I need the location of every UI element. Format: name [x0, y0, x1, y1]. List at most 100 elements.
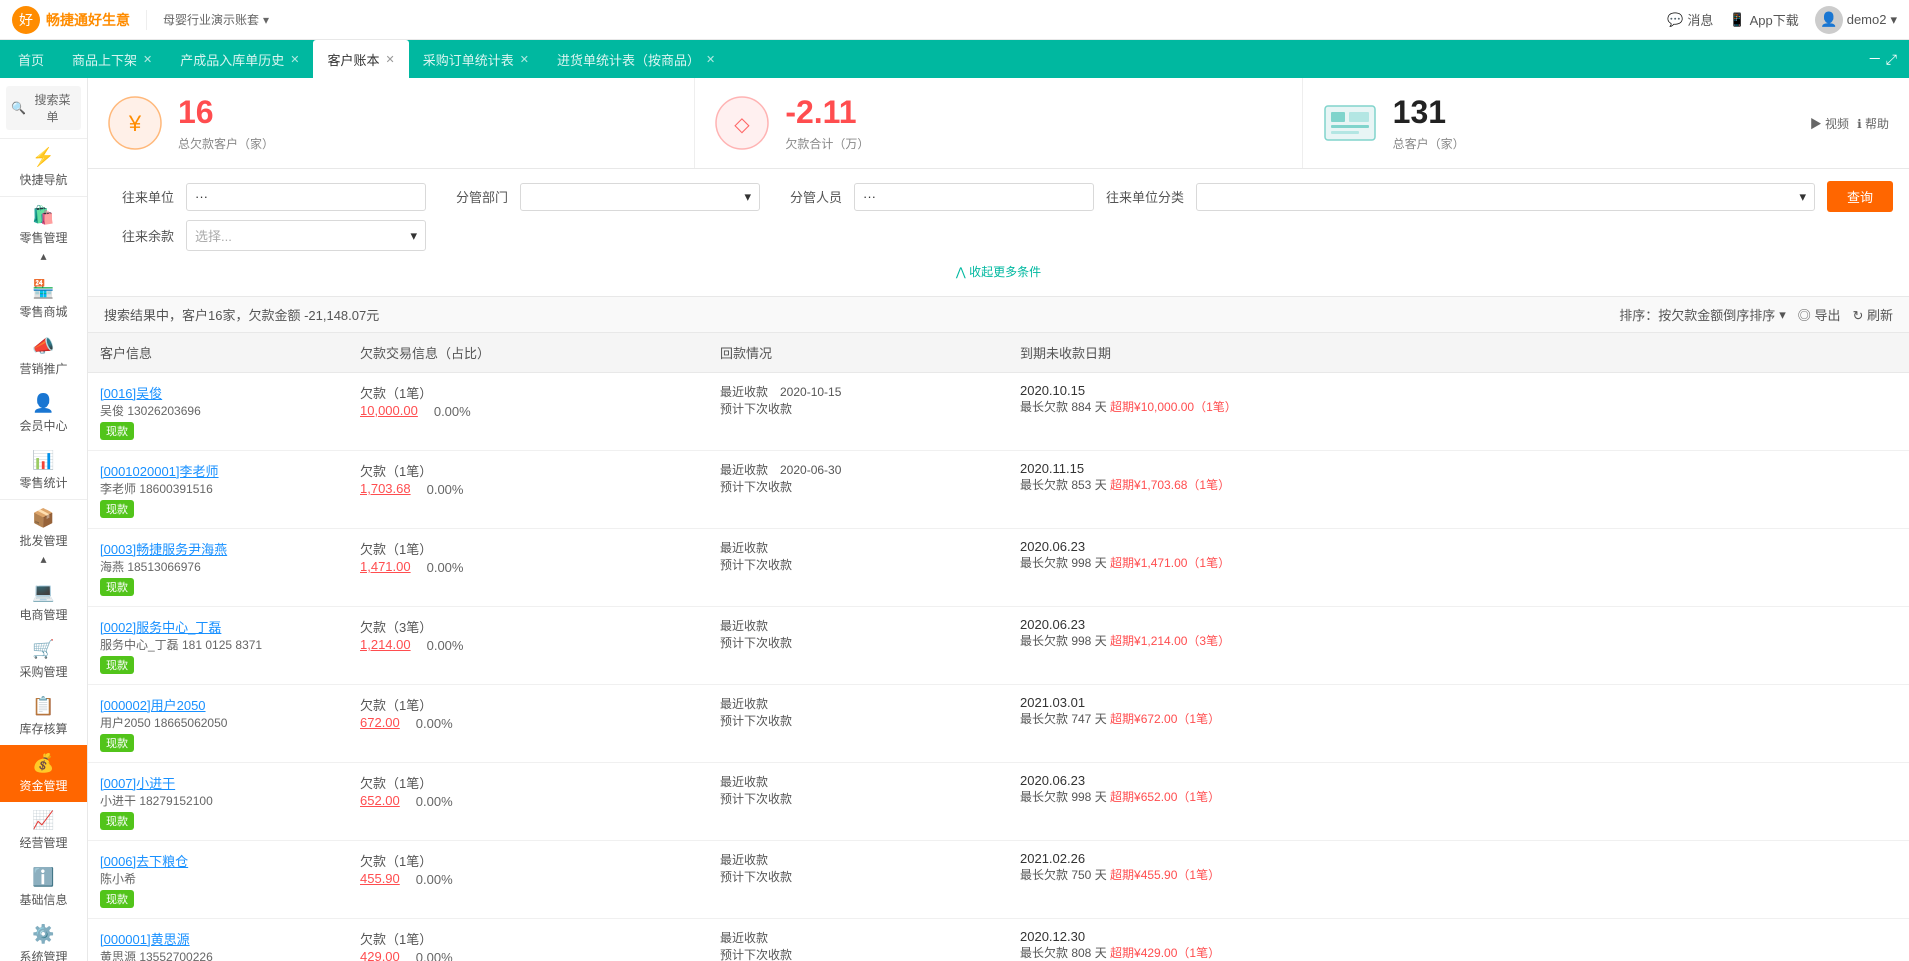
- filter-label-category: 往来单位分类: [1106, 187, 1184, 206]
- tab-product-on-off[interactable]: 商品上下架 ✕: [58, 40, 166, 78]
- overdue-link-3[interactable]: 超期¥1,214.00（3笔）: [1110, 634, 1230, 648]
- filter-collapse-btn[interactable]: ⋀ 收起更多条件: [104, 259, 1893, 284]
- tab-minimize-icon[interactable]: －: [1868, 49, 1882, 69]
- tab-stock-history[interactable]: 产成品入库单历史 ✕: [166, 40, 313, 78]
- username: demo2: [1847, 12, 1887, 27]
- category-dropdown-icon: ▾: [1799, 189, 1806, 205]
- cell-customer-3: [0002]服务中心_丁磊 服务中心_丁磊 181 0125 8371 现款: [88, 607, 348, 685]
- collection-next-3: 预计下次收款: [720, 634, 996, 651]
- sidebar-item-retail-stats[interactable]: 📊 零售统计: [0, 442, 87, 499]
- marketing-icon: 📣: [32, 336, 54, 357]
- tab-customer-account[interactable]: 客户账本 ✕: [313, 40, 408, 78]
- sidebar-item-retail-store[interactable]: 🏪 零售商城: [0, 271, 87, 328]
- debt-amount-2[interactable]: 1,471.00: [360, 559, 411, 574]
- debt-amount-7[interactable]: 429.00: [360, 949, 400, 961]
- balance-dropdown-icon: ▾: [410, 228, 417, 244]
- sidebar-item-marketing[interactable]: 📣 营销推广: [0, 328, 87, 385]
- customer-name-link-3[interactable]: [0002]服务中心_丁磊: [100, 620, 221, 635]
- debt-amount-5[interactable]: 652.00: [360, 793, 400, 808]
- debt-amount-4[interactable]: 672.00: [360, 715, 400, 730]
- stat-label-debt-customers: 总欠款客户（家）: [178, 135, 274, 152]
- tab-home[interactable]: 首页: [4, 40, 58, 78]
- debt-ratio-4: 0.00%: [416, 716, 453, 731]
- customer-name-link-1[interactable]: [0001020001]李老师: [100, 464, 219, 479]
- table-row: [000001]黄思源 黄思源 13552700226 现款 欠款（1笔） 42…: [88, 919, 1909, 961]
- query-button[interactable]: 查询: [1827, 181, 1893, 212]
- filter-label-unit: 往来单位: [104, 187, 174, 206]
- sidebar-item-basic-info[interactable]: ℹ️ 基础信息: [0, 859, 87, 916]
- overdue-link-4[interactable]: 超期¥672.00（1笔）: [1110, 712, 1220, 726]
- overdue-days-1: 最长欠款 853 天 超期¥1,703.68（1笔）: [1020, 476, 1897, 493]
- customer-name-link-6[interactable]: [0006]去下粮仓: [100, 854, 188, 869]
- sidebar-item-system[interactable]: ⚙️ 系统管理: [0, 916, 87, 961]
- cell-debt-4: 欠款（1笔） 672.00 0.00%: [348, 685, 708, 763]
- search-icon: 🔍: [11, 101, 26, 115]
- debt-ratio-1: 0.00%: [427, 482, 464, 497]
- sidebar-item-member[interactable]: 👤 会员中心: [0, 385, 87, 442]
- overdue-link-1[interactable]: 超期¥1,703.68（1笔）: [1110, 478, 1230, 492]
- sidebar-item-operations[interactable]: 📈 经营管理: [0, 802, 87, 859]
- overdue-link-2[interactable]: 超期¥1,471.00（1笔）: [1110, 556, 1230, 570]
- customer-name-link-2[interactable]: [0003]畅捷服务尹海燕: [100, 542, 227, 557]
- debt-count-7: 欠款（1笔）: [360, 929, 696, 948]
- search-menu-btn[interactable]: 🔍 搜索菜单: [6, 86, 81, 130]
- collection-last-5: 最近收款: [720, 773, 996, 790]
- stat-label-total-customers: 总客户（家）: [1393, 135, 1465, 152]
- customer-tag-2: 现款: [100, 578, 134, 596]
- message-btn[interactable]: 💬 消息: [1667, 10, 1713, 29]
- customer-name-link-7[interactable]: [000001]黄思源: [100, 932, 190, 947]
- customer-name-link-4[interactable]: [000002]用户2050: [100, 698, 206, 713]
- refresh-btn[interactable]: ↻ 刷新: [1852, 305, 1893, 324]
- filter-select-category[interactable]: ▾: [1196, 183, 1815, 211]
- close-tab-2[interactable]: ✕: [290, 53, 299, 66]
- sidebar-item-ecommerce[interactable]: 💻 电商管理: [0, 574, 87, 631]
- sidebar-item-wholesale[interactable]: 📦 批发管理 ▴: [0, 499, 87, 574]
- stat-value-debt-customers: 16: [178, 94, 274, 131]
- close-tab-1[interactable]: ✕: [143, 53, 152, 66]
- sidebar-item-inventory[interactable]: 📋 库存核算: [0, 688, 87, 745]
- tab-purchase-by-product[interactable]: 进货单统计表（按商品） ✕: [543, 40, 729, 78]
- export-btn[interactable]: ◎ 导出: [1798, 305, 1841, 324]
- debt-amount-6[interactable]: 455.90: [360, 871, 400, 886]
- customer-name-link-0[interactable]: [0016]吴俊: [100, 386, 162, 401]
- sidebar-item-quick-nav[interactable]: ⚡ 快捷导航: [0, 139, 87, 196]
- overdue-days-5: 最长欠款 998 天 超期¥652.00（1笔）: [1020, 788, 1897, 805]
- cell-due-7: 2020.12.30 最长欠款 808 天 超期¥429.00（1笔）: [1008, 919, 1909, 961]
- customer-name-link-5[interactable]: [0007]小进干: [100, 776, 175, 791]
- collection-last-2: 最近收款: [720, 539, 996, 556]
- stat-card-actions: ▶ 视频 ℹ 帮助: [1810, 115, 1889, 132]
- filter-input-manager[interactable]: ···: [854, 183, 1094, 211]
- close-tab-3[interactable]: ✕: [386, 53, 395, 66]
- export-icon: ◎: [1798, 308, 1811, 323]
- stat-info-debt-customers: 16 总欠款客户（家）: [178, 94, 274, 152]
- filter-select-balance[interactable]: 选择... ▾: [186, 220, 426, 251]
- debt-amount-1[interactable]: 1,703.68: [360, 481, 411, 496]
- top-bar-right: 💬 消息 📱 App下载 👤 demo2 ▾: [1667, 6, 1897, 34]
- sort-control[interactable]: 排序：按欠款金额倒序排序 ▾: [1619, 305, 1786, 324]
- table-row: [000002]用户2050 用户2050 18665062050 现款 欠款（…: [88, 685, 1909, 763]
- overdue-link-5[interactable]: 超期¥652.00（1笔）: [1110, 790, 1220, 804]
- debt-amount-0[interactable]: 10,000.00: [360, 403, 418, 418]
- filter-input-unit[interactable]: ···: [186, 183, 426, 211]
- debt-ratio-2: 0.00%: [427, 560, 464, 575]
- cell-customer-1: [0001020001]李老师 李老师 18600391516 现款: [88, 451, 348, 529]
- filter-select-dept[interactable]: ▾: [520, 183, 760, 211]
- store-selector[interactable]: 母婴行业演示账套 ▾: [163, 11, 269, 28]
- col-header-debt-info: 欠款交易信息（占比）: [348, 333, 708, 373]
- debt-amount-3[interactable]: 1,214.00: [360, 637, 411, 652]
- overdue-link-7[interactable]: 超期¥429.00（1笔）: [1110, 946, 1220, 960]
- overdue-link-6[interactable]: 超期¥455.90（1笔）: [1110, 868, 1220, 882]
- tab-purchase-summary[interactable]: 采购订单统计表 ✕: [409, 40, 543, 78]
- overdue-link-0[interactable]: 超期¥10,000.00（1笔）: [1110, 400, 1237, 414]
- sidebar-item-retail-mgmt[interactable]: 🛍️ 零售管理 ▴: [0, 196, 87, 271]
- app-download-btn[interactable]: 📱 App下载: [1729, 10, 1798, 29]
- tab-maximize-icon[interactable]: ⤢: [1886, 51, 1897, 68]
- help-btn[interactable]: ℹ 帮助: [1857, 115, 1889, 132]
- sidebar-item-finance[interactable]: 💰 资金管理: [0, 745, 87, 802]
- logo-text: 畅捷通好生意: [46, 10, 130, 30]
- user-avatar[interactable]: 👤 demo2 ▾: [1815, 6, 1897, 34]
- close-tab-4[interactable]: ✕: [520, 53, 529, 66]
- video-btn[interactable]: ▶ 视频: [1810, 115, 1849, 132]
- close-tab-5[interactable]: ✕: [706, 53, 715, 66]
- sidebar-item-purchase[interactable]: 🛒 采购管理: [0, 631, 87, 688]
